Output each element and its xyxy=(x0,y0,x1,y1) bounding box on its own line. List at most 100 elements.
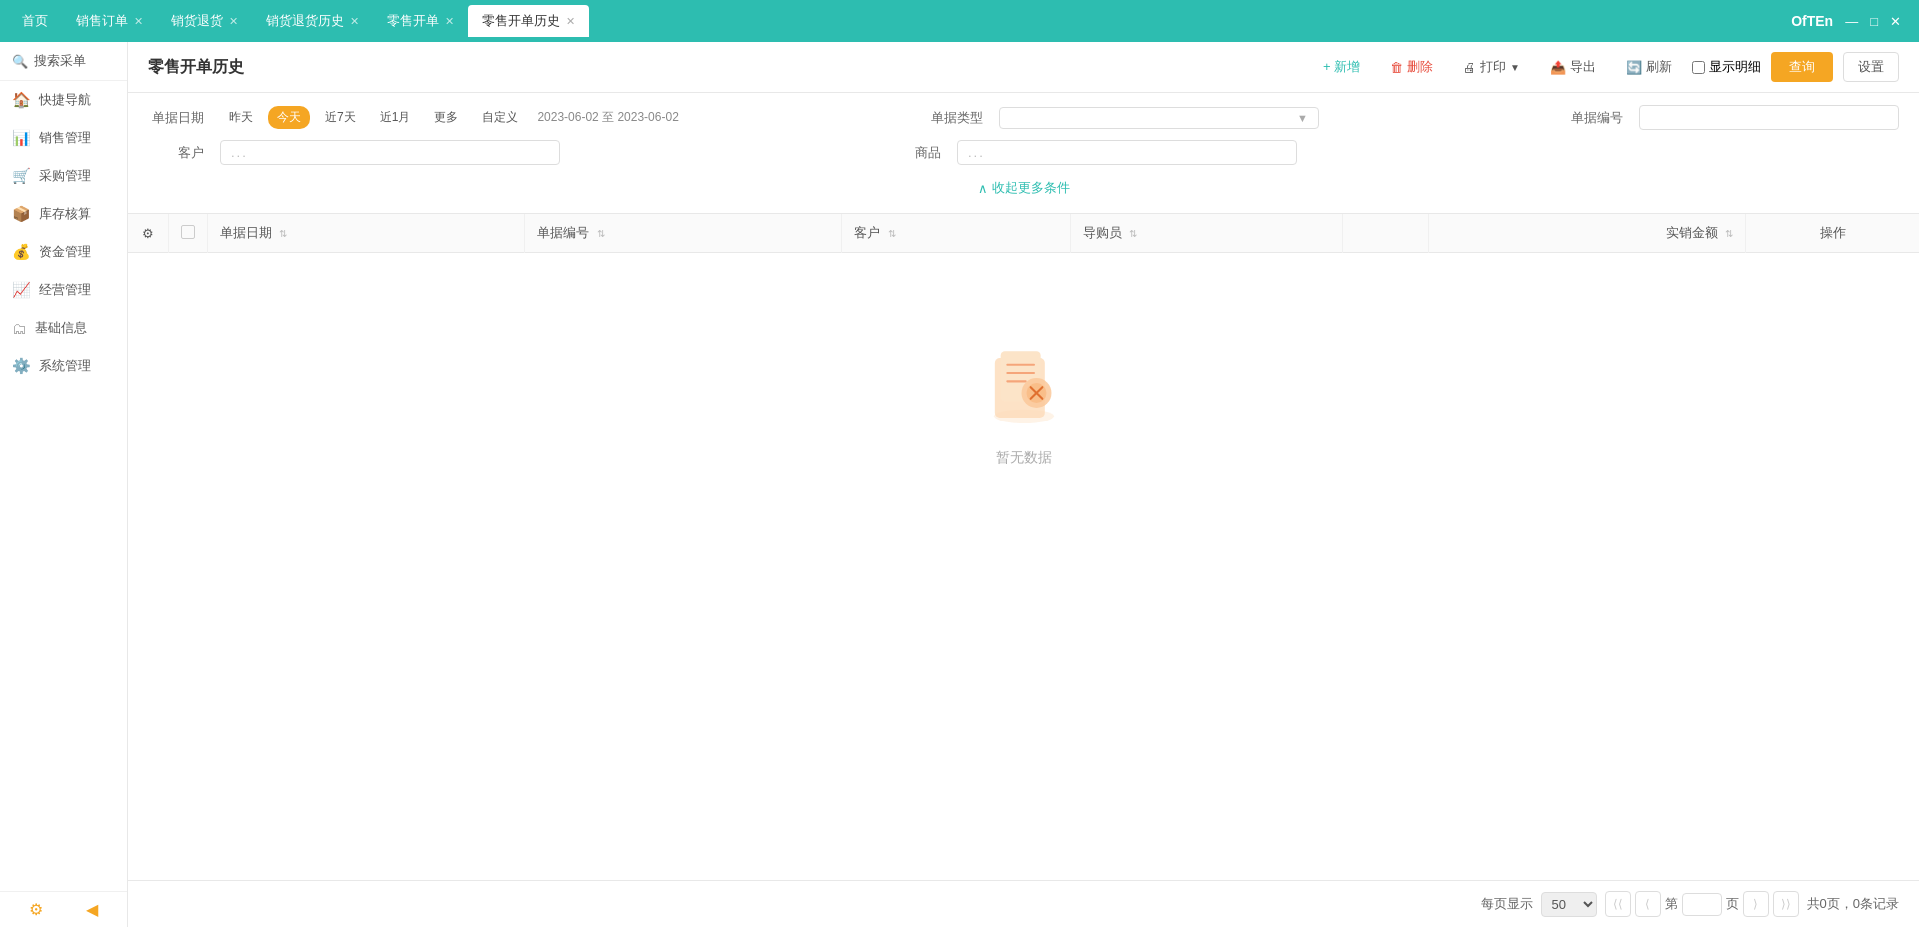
tab-retail-open-history-close[interactable]: ✕ xyxy=(566,15,575,28)
display-detail-input[interactable] xyxy=(1692,61,1705,74)
date-more-btn[interactable]: 更多 xyxy=(425,106,467,129)
sidebar-item-purchase-mgmt[interactable]: 🛒 采购管理 xyxy=(0,157,127,195)
filter-area: 单据日期 昨天 今天 近7天 近1月 更多 自定义 2023-06-02 至 2… xyxy=(128,93,1919,214)
purchase-mgmt-icon: 🛒 xyxy=(12,167,31,185)
page-last-btn[interactable]: ⟩⟩ xyxy=(1773,891,1799,917)
sidebar-item-inventory[interactable]: 📦 库存核算 xyxy=(0,195,127,233)
date-yesterday-btn[interactable]: 昨天 xyxy=(220,106,262,129)
tab-sales-order[interactable]: 销售订单 ✕ xyxy=(62,5,157,37)
page-nav: ⟨⟨ ⟨ 第 1 页 ⟩ ⟩⟩ xyxy=(1605,891,1799,917)
number-filter-input[interactable] xyxy=(1639,105,1899,130)
delete-button[interactable]: 🗑 删除 xyxy=(1380,53,1443,81)
sidebar-item-finance-label: 资金管理 xyxy=(39,243,91,261)
goods-filter-dots: ... xyxy=(968,145,985,160)
type-filter-select[interactable]: ▼ xyxy=(999,107,1319,129)
th-number[interactable]: 单据编号 ⇅ xyxy=(524,214,841,253)
tab-retail-open-label: 零售开单 xyxy=(387,12,439,30)
goods-filter-select[interactable]: ... xyxy=(957,140,1297,165)
empty-state: 暂无数据 xyxy=(128,253,1919,547)
page-prev-btn[interactable]: ⟨ xyxy=(1635,891,1661,917)
date-filter-label: 单据日期 xyxy=(148,109,204,127)
sidebar-item-quick-nav[interactable]: 🏠 快捷导航 xyxy=(0,81,127,119)
collapse-sidebar-btn[interactable]: ◀ xyxy=(86,900,98,919)
page-first-btn[interactable]: ⟨⟨ xyxy=(1605,891,1631,917)
th-customer[interactable]: 客户 ⇅ xyxy=(842,214,1070,253)
date-7days-btn[interactable]: 近7天 xyxy=(316,106,365,129)
sidebar-item-operations[interactable]: 📈 经营管理 xyxy=(0,271,127,309)
sys-mgmt-icon: ⚙️ xyxy=(12,357,31,375)
select-all-checkbox[interactable] xyxy=(181,225,195,239)
sidebar-item-sales-mgmt[interactable]: 📊 销售管理 xyxy=(0,119,127,157)
minimize-btn[interactable]: — xyxy=(1845,14,1858,29)
setting-button[interactable]: 设置 xyxy=(1843,52,1899,82)
th-settings[interactable]: ⚙ xyxy=(128,214,168,253)
refresh-button[interactable]: 🔄 刷新 xyxy=(1616,53,1682,81)
page-label-post: 页 xyxy=(1726,895,1739,913)
th-date[interactable]: 单据日期 ⇅ xyxy=(207,214,524,253)
date-custom-btn[interactable]: 自定义 xyxy=(473,106,527,129)
th-spacer xyxy=(1343,214,1429,253)
tab-retail-open-close[interactable]: ✕ xyxy=(445,15,454,28)
tab-retail-open-history[interactable]: 零售开单历史 ✕ xyxy=(468,5,589,37)
tab-sales-return[interactable]: 销货退货 ✕ xyxy=(157,5,252,37)
query-button[interactable]: 查询 xyxy=(1771,52,1833,82)
sort-number-icon: ⇅ xyxy=(597,228,605,239)
tab-retail-open-history-label: 零售开单历史 xyxy=(482,12,560,30)
top-bar-right: OfTEn — □ ✕ xyxy=(1791,13,1911,29)
th-amount[interactable]: 实销金额 ⇅ xyxy=(1429,214,1746,253)
pagination: 每页显示 50 10 20 100 ⟨⟨ ⟨ 第 1 页 ⟩ ⟩⟩ 共0页，0条… xyxy=(128,880,1919,927)
maximize-btn[interactable]: □ xyxy=(1870,14,1878,29)
date-today-btn[interactable]: 今天 xyxy=(268,106,310,129)
delete-label: 删除 xyxy=(1407,58,1433,76)
print-dropdown-icon: ▼ xyxy=(1510,62,1520,73)
tab-sales-return-history[interactable]: 销货退货历史 ✕ xyxy=(252,5,373,37)
sidebar-item-basic-info[interactable]: 🗂 基础信息 xyxy=(0,309,127,347)
collapse-btn[interactable]: ∧ 收起更多条件 xyxy=(970,175,1078,201)
display-detail-checkbox[interactable]: 显示明细 xyxy=(1692,58,1761,76)
tab-retail-open[interactable]: 零售开单 ✕ xyxy=(373,5,468,37)
empty-state-row: 暂无数据 xyxy=(128,253,1919,548)
tab-sales-return-history-close[interactable]: ✕ xyxy=(350,15,359,28)
page-size-label: 每页显示 xyxy=(1481,895,1533,913)
number-filter-label: 单据编号 xyxy=(1567,109,1623,127)
sidebar-search[interactable]: 🔍 搜索采单 xyxy=(0,42,127,81)
export-button[interactable]: 📤 导出 xyxy=(1540,53,1606,81)
sort-date-icon: ⇅ xyxy=(279,228,287,239)
tab-sales-return-label: 销货退货 xyxy=(171,12,223,30)
type-filter-dropdown-icon: ▼ xyxy=(1297,112,1308,124)
table-body: 暂无数据 xyxy=(128,253,1919,548)
date-1month-btn[interactable]: 近1月 xyxy=(371,106,420,129)
page-label-pre: 第 xyxy=(1665,895,1678,913)
table-container: ⚙ 单据日期 ⇅ 单据编号 ⇅ 客户 ⇅ xyxy=(128,214,1919,880)
empty-state-icon xyxy=(974,333,1074,433)
customer-filter-select[interactable]: ... xyxy=(220,140,560,165)
sidebar-item-operations-label: 经营管理 xyxy=(39,281,91,299)
th-checkbox[interactable] xyxy=(168,214,207,253)
sort-guide-icon: ⇅ xyxy=(1129,228,1137,239)
finance-icon: 💰 xyxy=(12,243,31,261)
page-size-select[interactable]: 50 10 20 100 xyxy=(1541,892,1597,917)
settings-icon-btn[interactable]: ⚙ xyxy=(29,900,43,919)
export-icon: 📤 xyxy=(1550,60,1566,75)
sidebar-item-finance[interactable]: 💰 资金管理 xyxy=(0,233,127,271)
th-guide[interactable]: 导购员 ⇅ xyxy=(1070,214,1343,253)
tab-home[interactable]: 首页 xyxy=(8,5,62,37)
customer-filter-label: 客户 xyxy=(148,144,204,162)
tab-sales-order-close[interactable]: ✕ xyxy=(134,15,143,28)
top-tabbar: 首页 销售订单 ✕ 销货退货 ✕ 销货退货历史 ✕ 零售开单 ✕ 零售开单历史 … xyxy=(0,0,1919,42)
print-button[interactable]: 🖨 打印 ▼ xyxy=(1453,53,1530,81)
page-input[interactable]: 1 xyxy=(1682,893,1722,916)
sidebar-item-purchase-mgmt-label: 采购管理 xyxy=(39,167,91,185)
table-header-row: ⚙ 单据日期 ⇅ 单据编号 ⇅ 客户 ⇅ xyxy=(128,214,1919,253)
tab-sales-return-close[interactable]: ✕ xyxy=(229,15,238,28)
sidebar-item-sys-mgmt-label: 系统管理 xyxy=(39,357,91,375)
close-btn[interactable]: ✕ xyxy=(1890,14,1901,29)
collapse-row: ∧ 收起更多条件 xyxy=(148,175,1899,201)
brand-label: OfTEn xyxy=(1791,13,1833,29)
main-layout: 🔍 搜索采单 🏠 快捷导航 📊 销售管理 🛒 采购管理 📦 库存核算 💰 资金管… xyxy=(0,42,1919,927)
page-total: 共0页，0条记录 xyxy=(1807,895,1899,913)
sidebar-item-sys-mgmt[interactable]: ⚙️ 系统管理 xyxy=(0,347,127,385)
collapse-label: 收起更多条件 xyxy=(992,179,1070,197)
add-button[interactable]: + 新增 xyxy=(1313,53,1370,81)
page-next-btn[interactable]: ⟩ xyxy=(1743,891,1769,917)
